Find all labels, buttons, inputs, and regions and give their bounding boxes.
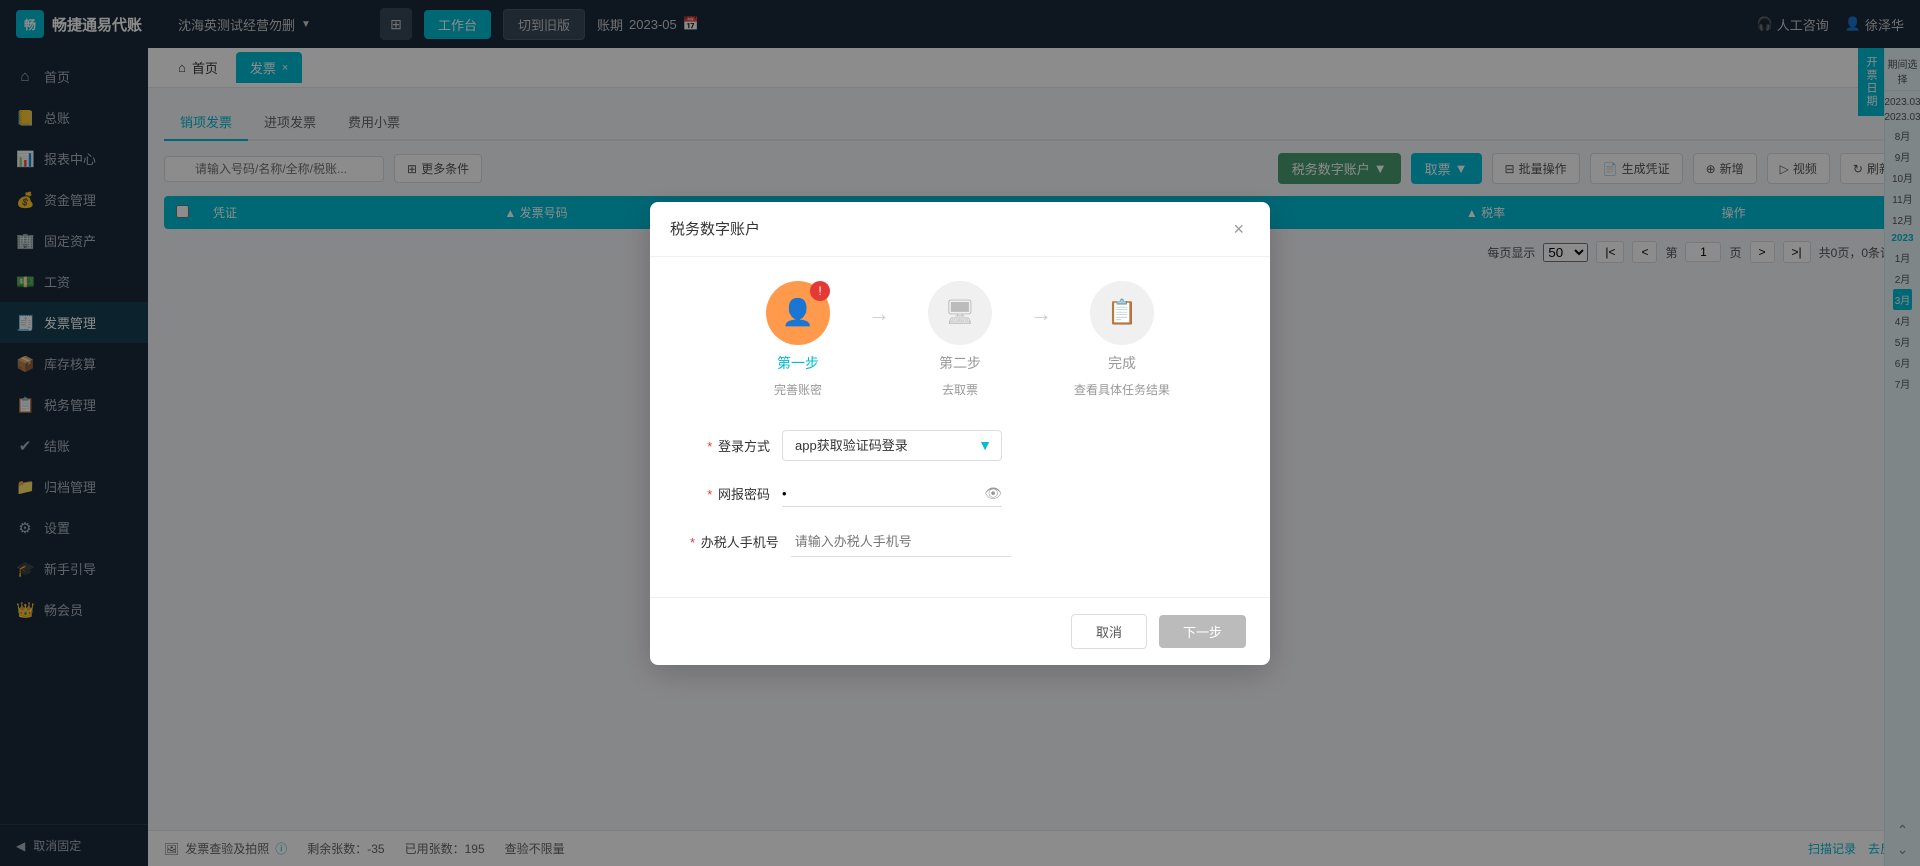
login-method-label: * 登录方式 [690, 436, 770, 455]
login-method-select[interactable]: app获取验证码登录 账号密码登录 [782, 430, 1002, 461]
step-complete-icon: 📋 [1107, 298, 1137, 327]
phone-label: * 办税人手机号 [690, 532, 779, 551]
modal-dialog: 税务数字账户 × 👤 ! 第一步 完善账密 → [650, 202, 1270, 665]
steps-row: 👤 ! 第一步 完善账密 → 🖥 第二步 去取票 → [690, 281, 1230, 398]
modal-close-button[interactable]: × [1227, 218, 1250, 240]
step-2-circle: 🖥 [928, 281, 992, 345]
step-complete: 📋 完成 查看具体任务结果 [1062, 281, 1182, 398]
modal-body: 👤 ! 第一步 完善账密 → 🖥 第二步 去取票 → [650, 257, 1270, 597]
modal-title: 税务数字账户 [670, 218, 760, 239]
password-input[interactable] [782, 486, 984, 501]
phone-input[interactable] [791, 527, 1011, 557]
step-1-icon: 👤 [782, 297, 814, 328]
eye-icon[interactable]: 👁 [984, 485, 1002, 502]
step-arrow-2: → [1020, 301, 1062, 327]
step-2-desc: 去取票 [942, 381, 978, 398]
modal-overlay: 税务数字账户 × 👤 ! 第一步 完善账密 → [0, 0, 1920, 866]
step-arrow-1: → [858, 301, 900, 327]
step-complete-circle: 📋 [1090, 281, 1154, 345]
modal-header: 税务数字账户 × [650, 202, 1270, 257]
login-method-select-wrap: app获取验证码登录 账号密码登录 ▼ [782, 430, 1002, 461]
step-1-badge: ! [810, 281, 830, 301]
password-wrap: 👁 [782, 481, 1002, 507]
step-1-desc: 完善账密 [774, 381, 822, 398]
cancel-button[interactable]: 取消 [1071, 614, 1147, 649]
form-row-login-method: * 登录方式 app获取验证码登录 账号密码登录 ▼ [690, 430, 1230, 461]
next-button[interactable]: 下一步 [1159, 615, 1246, 648]
password-label: * 网报密码 [690, 484, 770, 503]
form-row-phone: * 办税人手机号 [690, 527, 1230, 557]
step-complete-label: 完成 [1108, 353, 1136, 373]
step-2: 🖥 第二步 去取票 [900, 281, 1020, 398]
step-2-label: 第二步 [939, 353, 981, 373]
modal-footer: 取消 下一步 [650, 597, 1270, 665]
step-1: 👤 ! 第一步 完善账密 [738, 281, 858, 398]
form-row-password: * 网报密码 👁 [690, 481, 1230, 507]
step-1-label: 第一步 [777, 353, 819, 373]
step-1-circle: 👤 ! [766, 281, 830, 345]
step-complete-desc: 查看具体任务结果 [1074, 381, 1170, 398]
step-2-icon: 🖥 [945, 298, 975, 327]
